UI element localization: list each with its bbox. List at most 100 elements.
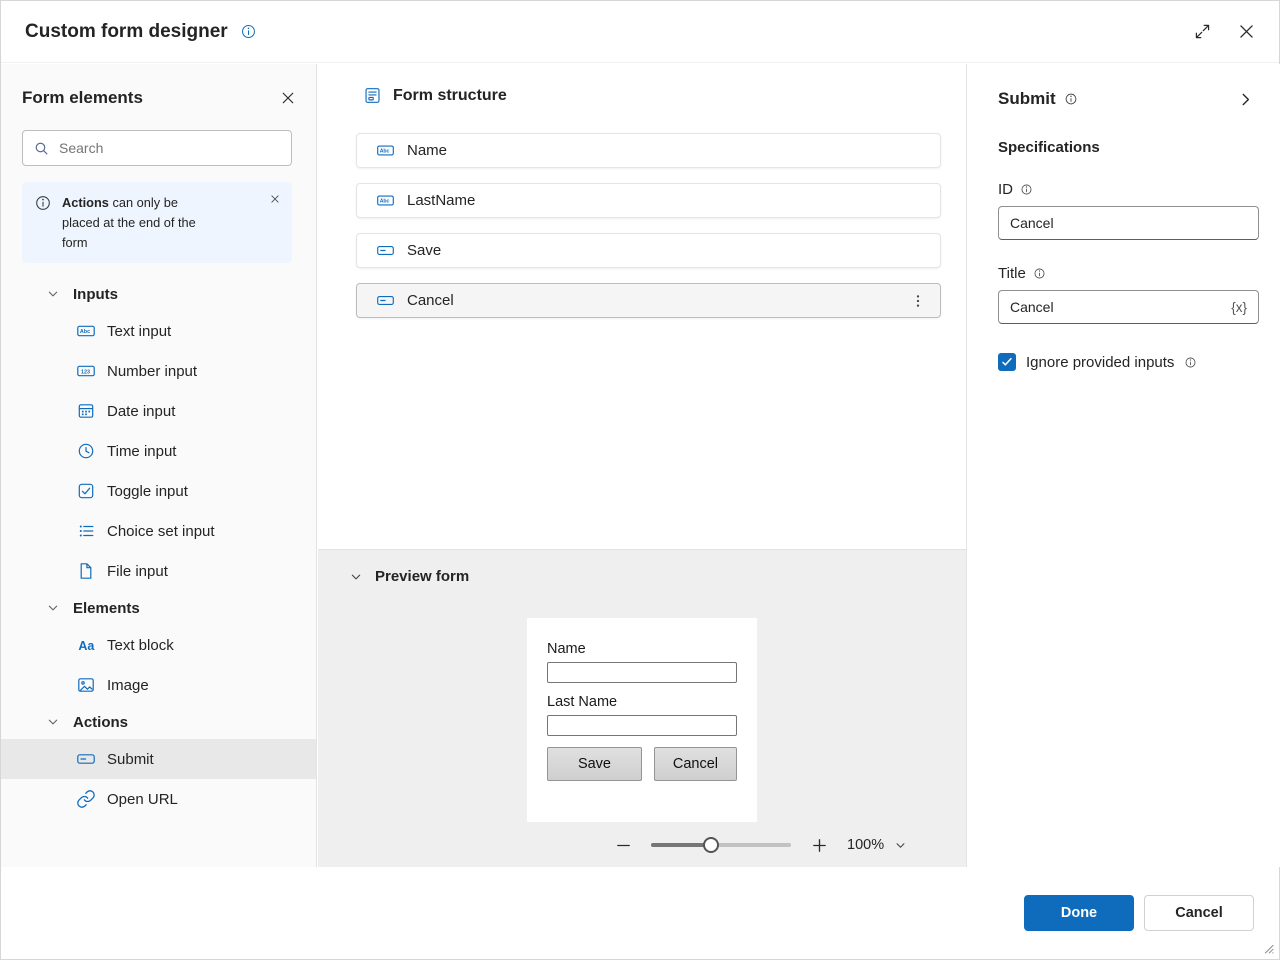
preview-form-title: Preview form bbox=[375, 568, 469, 585]
preview-form-toggle[interactable]: Preview form bbox=[318, 550, 469, 585]
done-button[interactable]: Done bbox=[1024, 895, 1134, 931]
footer-cancel-button[interactable]: Cancel bbox=[1144, 895, 1254, 931]
search-input[interactable] bbox=[59, 140, 281, 156]
form-elements-title: Form elements bbox=[22, 88, 143, 108]
preview-lastname-input[interactable] bbox=[547, 715, 737, 736]
collapse-panel-button[interactable] bbox=[1231, 85, 1259, 113]
expand-icon bbox=[1193, 22, 1212, 41]
dialog-footer: Done Cancel bbox=[1, 867, 1279, 959]
title-info-icon[interactable] bbox=[240, 23, 257, 40]
form-elements-close-button[interactable] bbox=[274, 84, 302, 112]
title-field-label: Title bbox=[998, 265, 1259, 282]
item-menu-button[interactable] bbox=[904, 287, 932, 315]
preview-field-label: Last Name bbox=[547, 694, 737, 710]
chevron-down-icon bbox=[45, 714, 61, 730]
form-structure-header: Form structure bbox=[318, 64, 966, 105]
sidebar-item-label: Date input bbox=[107, 403, 175, 420]
banner-dismiss-button[interactable] bbox=[265, 189, 285, 209]
chevron-down-icon bbox=[893, 838, 908, 853]
sidebar-item-choice-set-input[interactable]: Choice set input bbox=[1, 511, 316, 551]
submit-icon bbox=[76, 749, 96, 769]
preview-field-label: Name bbox=[547, 641, 737, 657]
minus-icon bbox=[614, 836, 633, 855]
chevron-down-icon bbox=[45, 286, 61, 302]
choice-set-input-icon bbox=[76, 521, 96, 541]
image-icon bbox=[76, 675, 96, 695]
zoom-slider[interactable] bbox=[651, 837, 791, 853]
form-elements-header: Form elements bbox=[1, 64, 316, 112]
section-header-elements[interactable]: Elements bbox=[1, 591, 316, 625]
properties-title: Submit bbox=[998, 89, 1056, 109]
sidebar-item-label: Text input bbox=[107, 323, 171, 340]
sidebar-item-label: Image bbox=[107, 677, 149, 694]
section-header-inputs[interactable]: Inputs bbox=[1, 277, 316, 311]
sidebar-item-number-input[interactable]: Number input bbox=[1, 351, 316, 391]
check-icon bbox=[1000, 355, 1014, 369]
info-icon[interactable] bbox=[1064, 92, 1078, 106]
close-icon bbox=[279, 89, 297, 107]
sidebar-item-open-url[interactable]: Open URL bbox=[1, 779, 316, 819]
id-field bbox=[998, 206, 1259, 240]
submit-icon bbox=[376, 291, 395, 310]
sidebar-item-toggle-input[interactable]: Toggle input bbox=[1, 471, 316, 511]
sidebar-item-submit[interactable]: Submit bbox=[1, 739, 316, 779]
id-input[interactable] bbox=[1010, 215, 1247, 231]
resize-grip[interactable] bbox=[1259, 939, 1276, 956]
zoom-out-button[interactable] bbox=[612, 834, 634, 856]
preview-buttons: Save Cancel bbox=[547, 747, 737, 781]
section-header-actions[interactable]: Actions bbox=[1, 705, 316, 739]
structure-item-cancel[interactable]: Cancel bbox=[356, 283, 941, 318]
form-structure-panel: Form structure Name LastName Save Cance bbox=[318, 64, 966, 549]
info-icon[interactable] bbox=[1033, 267, 1046, 280]
title-field: {x} bbox=[998, 290, 1259, 324]
close-button[interactable] bbox=[1229, 15, 1263, 49]
ignore-inputs-row: Ignore provided inputs bbox=[998, 353, 1259, 371]
section-label: Actions bbox=[73, 714, 128, 731]
sidebar-item-file-input[interactable]: File input bbox=[1, 551, 316, 591]
text-input-icon bbox=[76, 321, 96, 341]
structure-item-name[interactable]: Name bbox=[356, 133, 941, 168]
info-banner: Actions can only be placed at the end of… bbox=[22, 182, 292, 263]
structure-item-save[interactable]: Save bbox=[356, 233, 941, 268]
sidebar-item-label: Number input bbox=[107, 363, 197, 380]
dialog-title: Custom form designer bbox=[25, 21, 228, 43]
close-icon bbox=[269, 193, 281, 205]
file-input-icon bbox=[76, 561, 96, 581]
title-input[interactable] bbox=[1010, 299, 1225, 315]
ignore-inputs-checkbox[interactable] bbox=[998, 353, 1016, 371]
titlebar: Custom form designer bbox=[1, 1, 1279, 63]
preview-cancel-button[interactable]: Cancel bbox=[654, 747, 737, 781]
zoom-slider-thumb[interactable] bbox=[703, 837, 719, 853]
zoom-level-dropdown[interactable]: 100% bbox=[847, 837, 908, 853]
text-block-icon bbox=[76, 635, 96, 655]
sidebar-item-image[interactable]: Image bbox=[1, 665, 316, 705]
chevron-down-icon bbox=[348, 569, 364, 585]
sidebar-item-text-input[interactable]: Text input bbox=[1, 311, 316, 351]
sidebar-item-label: Open URL bbox=[107, 791, 178, 808]
sidebar-item-date-input[interactable]: Date input bbox=[1, 391, 316, 431]
expand-button[interactable] bbox=[1185, 15, 1219, 49]
structure-item-label: Save bbox=[407, 242, 441, 259]
structure-item-label: Cancel bbox=[407, 292, 454, 309]
sidebar-item-label: Text block bbox=[107, 637, 174, 654]
sidebar-item-label: Submit bbox=[107, 751, 154, 768]
text-input-icon bbox=[376, 191, 395, 210]
formula-badge[interactable]: {x} bbox=[1231, 300, 1247, 315]
structure-item-lastname[interactable]: LastName bbox=[356, 183, 941, 218]
preview-save-button[interactable]: Save bbox=[547, 747, 642, 781]
toggle-input-icon bbox=[76, 481, 96, 501]
sidebar-item-label: File input bbox=[107, 563, 168, 580]
sidebar-item-label: Choice set input bbox=[107, 523, 215, 540]
ignore-inputs-label: Ignore provided inputs bbox=[1026, 354, 1174, 371]
info-icon[interactable] bbox=[1184, 356, 1197, 369]
zoom-in-button[interactable] bbox=[808, 834, 830, 856]
date-input-icon bbox=[76, 401, 96, 421]
sidebar-item-text-block[interactable]: Text block bbox=[1, 625, 316, 665]
number-input-icon bbox=[76, 361, 96, 381]
info-icon bbox=[34, 194, 52, 212]
info-icon[interactable] bbox=[1020, 183, 1033, 196]
form-structure-title: Form structure bbox=[393, 87, 507, 105]
chevron-right-icon bbox=[1236, 90, 1255, 109]
sidebar-item-time-input[interactable]: Time input bbox=[1, 431, 316, 471]
preview-name-input[interactable] bbox=[547, 662, 737, 683]
